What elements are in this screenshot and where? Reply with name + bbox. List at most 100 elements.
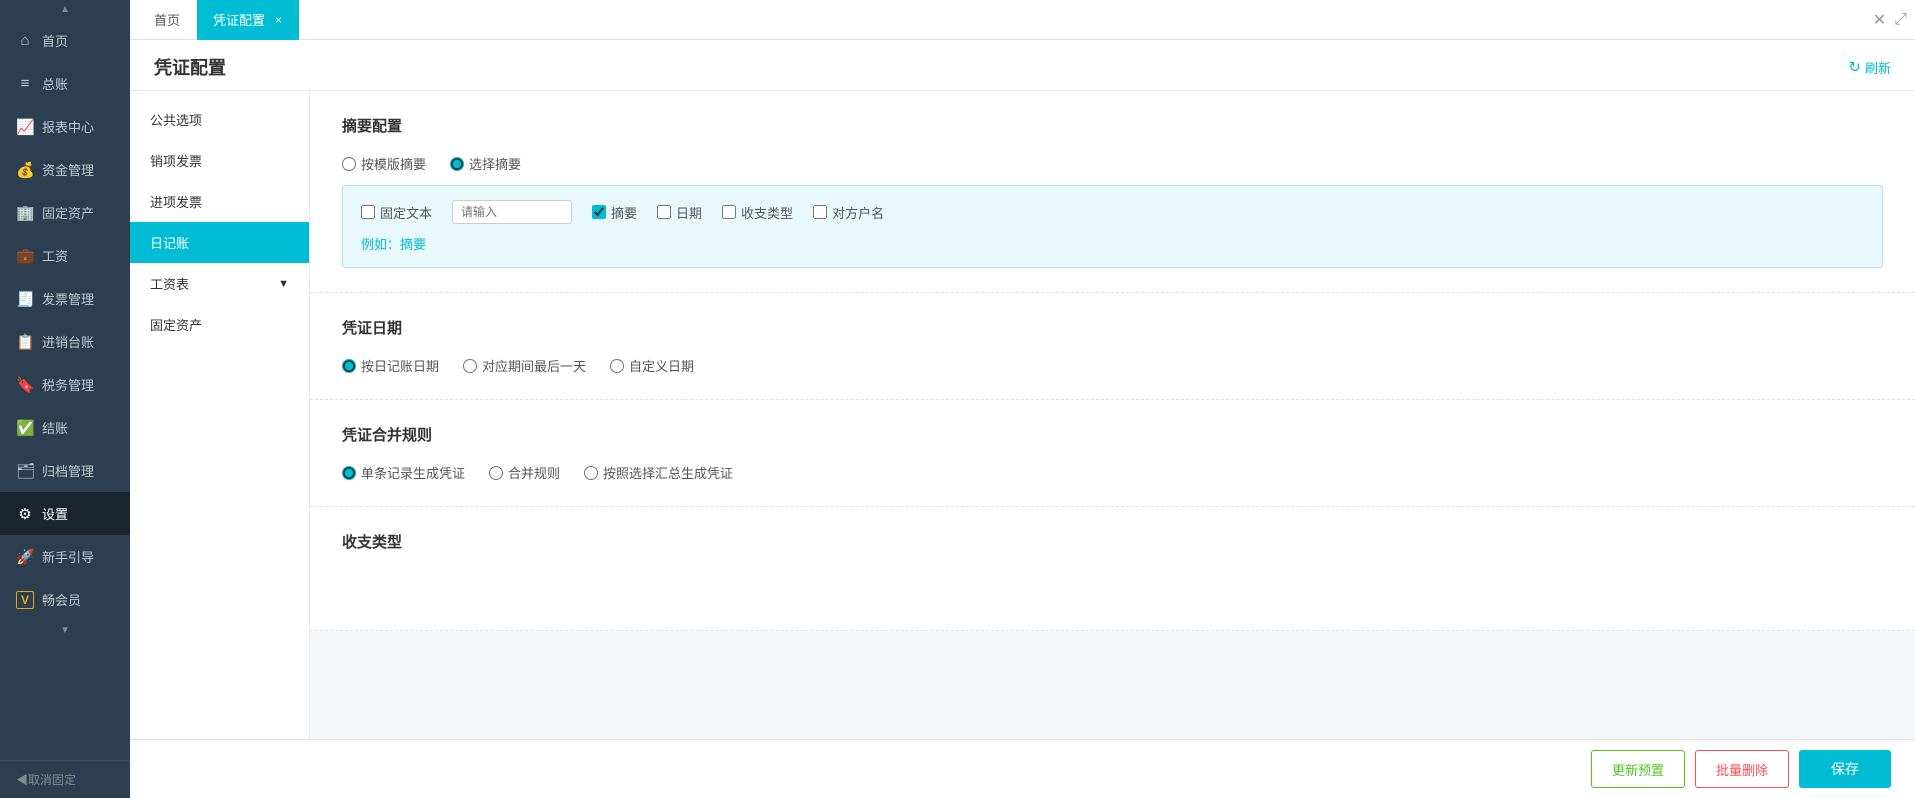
- radio-template-abstract[interactable]: 按模版摘要: [342, 154, 426, 173]
- archive-icon: 🗂: [16, 462, 34, 480]
- checkbox-fixed-text-input[interactable]: [361, 205, 375, 219]
- chevron-down-icon: ▼: [278, 278, 289, 290]
- tab-voucher-config[interactable]: 凭证配置 ×: [197, 0, 299, 40]
- content-layout: 公共选项 销项发票 进项发票 日记账 工资表 ▼ 固定资产: [130, 91, 1915, 739]
- tab-bar: 首页 凭证配置 × ✕ ⤢: [130, 0, 1915, 40]
- left-nav-public[interactable]: 公共选项: [130, 99, 309, 140]
- merge-rules-radio-row: 单条记录生成凭证 合并规则 按照选择汇总生成凭证: [342, 463, 1883, 482]
- radio-period-last-day-input[interactable]: [463, 359, 477, 373]
- left-nav-payroll-table[interactable]: 工资表 ▼: [130, 263, 309, 304]
- checkbox-abstract[interactable]: 摘要: [592, 203, 637, 222]
- sidebar: ▲ ⌂ 首页 ≡ 总账 📈 报表中心 💰 资金管理 🏢 固定资产 💼 工资 🧾 …: [0, 0, 130, 798]
- left-nav-journal[interactable]: 日记账: [130, 222, 309, 263]
- sidebar-item-guide[interactable]: 🚀 新手引导: [0, 535, 130, 578]
- abstract-config-box: 固定文本 摘要 日期: [342, 185, 1883, 268]
- sidebar-item-purchase-sale[interactable]: 📋 进销台账: [0, 320, 130, 363]
- radio-summary-generate[interactable]: 按照选择汇总生成凭证: [584, 463, 733, 482]
- radio-merge-rule-input[interactable]: [489, 466, 503, 480]
- tab-expand-icon[interactable]: ⤢: [1894, 11, 1907, 29]
- checkbox-income-type[interactable]: 收支类型: [722, 203, 793, 222]
- refresh-button[interactable]: ↻ 刷新: [1848, 58, 1891, 77]
- radio-single-record[interactable]: 单条记录生成凭证: [342, 463, 465, 482]
- tab-home[interactable]: 首页: [138, 0, 197, 40]
- radio-merge-rule[interactable]: 合并规则: [489, 463, 560, 482]
- tab-bar-actions: ✕ ⤢: [1873, 10, 1907, 30]
- sidebar-scroll-up[interactable]: ▲: [0, 0, 130, 19]
- voucher-date-section: 凭证日期 按日记账日期 对应期间最后一天 自定义日期: [310, 293, 1915, 400]
- vip-icon: V: [16, 591, 34, 609]
- tax-icon: 🔖: [16, 376, 34, 394]
- sidebar-item-home[interactable]: ⌂ 首页: [0, 19, 130, 62]
- radio-choose-abstract[interactable]: 选择摘要: [450, 154, 521, 173]
- purchase-sale-icon: 📋: [16, 333, 34, 351]
- refresh-icon: ↻: [1848, 58, 1861, 76]
- income-type-section: 收支类型: [310, 507, 1915, 631]
- tab-close-icon[interactable]: ×: [275, 13, 282, 27]
- page-header: 凭证配置 ↻ 刷新: [130, 40, 1915, 91]
- checkbox-date[interactable]: 日期: [657, 203, 702, 222]
- sidebar-item-capital[interactable]: 💰 资金管理: [0, 148, 130, 191]
- tab-close-window-icon[interactable]: ✕: [1873, 10, 1886, 30]
- voucher-date-radio-row: 按日记账日期 对应期间最后一天 自定义日期: [342, 356, 1883, 375]
- guide-icon: 🚀: [16, 548, 34, 566]
- left-nav-purchase-invoice[interactable]: 进项发票: [130, 181, 309, 222]
- sidebar-item-closing[interactable]: ✅ 结账: [0, 406, 130, 449]
- abstract-config-section: 摘要配置 按模版摘要 选择摘要: [310, 91, 1915, 293]
- sidebar-item-settings[interactable]: ⚙ 设置: [0, 492, 130, 535]
- main-area: 首页 凭证配置 × ✕ ⤢ 凭证配置 ↻ 刷新 公共选项: [130, 0, 1915, 798]
- payroll-icon: 💼: [16, 247, 34, 265]
- radio-template-abstract-input[interactable]: [342, 157, 356, 171]
- abstract-example-text: 例如：摘要: [361, 234, 1864, 253]
- home-icon: ⌂: [16, 32, 34, 49]
- sidebar-item-payroll[interactable]: 💼 工资: [0, 234, 130, 277]
- sidebar-item-tax[interactable]: 🔖 税务管理: [0, 363, 130, 406]
- closing-icon: ✅: [16, 419, 34, 437]
- left-nav-fixed-assets[interactable]: 固定资产: [130, 304, 309, 345]
- radio-custom-date-input[interactable]: [610, 359, 624, 373]
- batch-delete-button[interactable]: 批量删除: [1695, 750, 1789, 788]
- left-nav: 公共选项 销项发票 进项发票 日记账 工资表 ▼ 固定资产: [130, 91, 310, 739]
- checkbox-date-input[interactable]: [657, 205, 671, 219]
- abstract-config-title: 摘要配置: [342, 115, 1883, 136]
- merge-rules-title: 凭证合并规则: [342, 424, 1883, 445]
- reports-icon: 📈: [16, 118, 34, 136]
- sidebar-item-assets[interactable]: 🏢 固定资产: [0, 191, 130, 234]
- fixed-text-input[interactable]: [452, 200, 572, 224]
- invoice-mgmt-icon: 🧾: [16, 290, 34, 308]
- settings-icon: ⚙: [16, 505, 34, 523]
- radio-summary-generate-input[interactable]: [584, 466, 598, 480]
- right-content: 摘要配置 按模版摘要 选择摘要: [310, 91, 1915, 739]
- assets-icon: 🏢: [16, 204, 34, 222]
- radio-period-last-day[interactable]: 对应期间最后一天: [463, 356, 586, 375]
- radio-journal-date-input[interactable]: [342, 359, 356, 373]
- abstract-config-row: 固定文本 摘要 日期: [361, 200, 1864, 224]
- checkbox-counterpart[interactable]: 对方户名: [813, 203, 884, 222]
- sidebar-item-archive[interactable]: 🗂 归档管理: [0, 449, 130, 492]
- sidebar-item-invoice-mgmt[interactable]: 🧾 发票管理: [0, 277, 130, 320]
- ledger-icon: ≡: [16, 75, 34, 92]
- capital-icon: 💰: [16, 161, 34, 179]
- checkbox-income-type-input[interactable]: [722, 205, 736, 219]
- radio-journal-date[interactable]: 按日记账日期: [342, 356, 439, 375]
- radio-custom-date[interactable]: 自定义日期: [610, 356, 694, 375]
- sidebar-unpin-button[interactable]: ◀取消固定: [0, 760, 130, 798]
- update-preview-button[interactable]: 更新预置: [1591, 750, 1685, 788]
- checkbox-fixed-text[interactable]: 固定文本: [361, 203, 432, 222]
- left-nav-sales-invoice[interactable]: 销项发票: [130, 140, 309, 181]
- checkbox-abstract-input[interactable]: [592, 205, 606, 219]
- sidebar-scroll-down[interactable]: ▼: [0, 621, 130, 640]
- radio-choose-abstract-input[interactable]: [450, 157, 464, 171]
- checkbox-counterpart-input[interactable]: [813, 205, 827, 219]
- income-type-title: 收支类型: [342, 531, 1883, 552]
- voucher-date-title: 凭证日期: [342, 317, 1883, 338]
- bottom-bar: 更新预置 批量删除 保存: [130, 739, 1915, 798]
- page-title: 凭证配置: [154, 54, 226, 80]
- sidebar-item-reports[interactable]: 📈 报表中心: [0, 105, 130, 148]
- merge-rules-section: 凭证合并规则 单条记录生成凭证 合并规则 按照选择汇总生成凭证: [310, 400, 1915, 507]
- abstract-radio-row: 按模版摘要 选择摘要: [342, 154, 1883, 173]
- save-button[interactable]: 保存: [1799, 750, 1891, 788]
- radio-single-record-input[interactable]: [342, 466, 356, 480]
- sidebar-item-vip[interactable]: V 畅会员: [0, 578, 130, 621]
- page-content: 凭证配置 ↻ 刷新 公共选项 销项发票 进项发票 日记账: [130, 40, 1915, 798]
- sidebar-item-ledger[interactable]: ≡ 总账: [0, 62, 130, 105]
